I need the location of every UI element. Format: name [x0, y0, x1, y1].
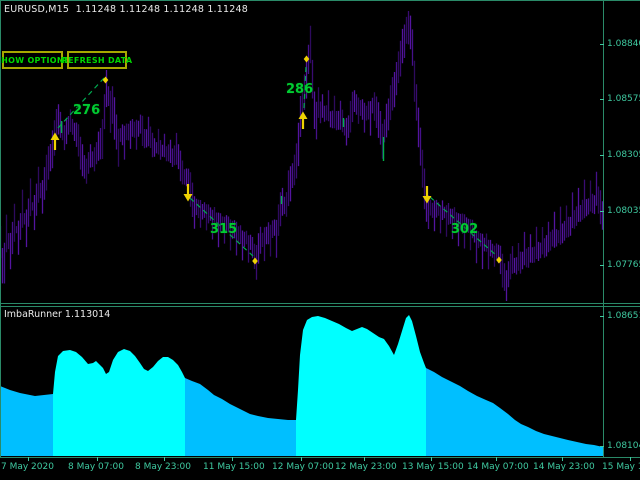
price-axis-label: 1.08840: [607, 39, 640, 49]
indicator-axis-label: 1.081044: [607, 441, 640, 451]
signal-distance-label: 286: [286, 82, 314, 97]
show-options-button[interactable]: SHOW OPTIONS: [0, 51, 70, 69]
indicator-name-label: ImbaRunner 1.113014: [4, 309, 111, 320]
price-axis-label: 1.08305: [607, 150, 640, 160]
time-axis-label: 15 May 15:00: [602, 462, 640, 472]
time-axis-label: 7 May 2020: [1, 462, 54, 472]
symbol-ohlc-title: EURUSD,M15 1.11248 1.11248 1.11248 1.112…: [4, 4, 248, 15]
time-axis-label: 13 May 15:00: [402, 462, 464, 472]
refresh-data-button[interactable]: REFRESH DATA: [62, 51, 132, 69]
price-axis-label: 1.07765: [607, 260, 640, 270]
time-axis-label: 11 May 15:00: [203, 462, 265, 472]
price-axis-label: 1.08035: [607, 206, 640, 216]
time-axis-label: 8 May 07:00: [68, 462, 124, 472]
chart-canvas[interactable]: [0, 0, 640, 480]
time-axis-label: 12 May 07:00: [272, 462, 334, 472]
time-axis-label: 8 May 23:00: [135, 462, 191, 472]
time-axis-label: 12 May 23:00: [335, 462, 397, 472]
signal-distance-label: 315: [210, 222, 238, 237]
indicator-axis-label: 1.086515: [607, 311, 640, 321]
signal-distance-label: 302: [451, 222, 479, 237]
mt4-chart-window: EURUSD,M15 1.11248 1.11248 1.11248 1.112…: [0, 0, 640, 480]
time-axis-label: 14 May 07:00: [467, 462, 529, 472]
time-axis-label: 14 May 23:00: [533, 462, 595, 472]
signal-distance-label: 276: [73, 103, 101, 118]
price-axis-label: 1.08575: [607, 94, 640, 104]
